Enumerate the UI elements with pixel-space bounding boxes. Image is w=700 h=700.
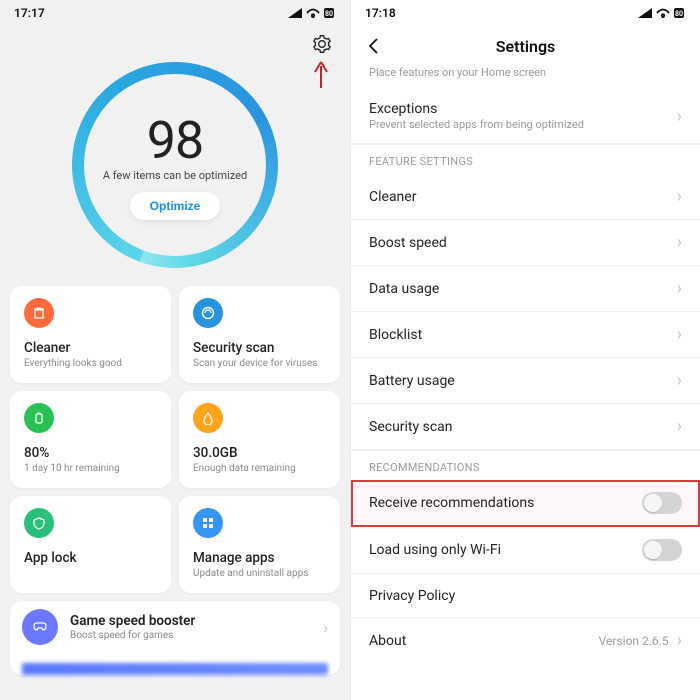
row-about[interactable]: About Version 2.6.5 › [351,618,700,663]
optimize-button[interactable]: Optimize [130,192,221,220]
status-time: 17:18 [365,6,396,20]
status-bar: 17:18 80 [351,0,700,26]
page-title: Settings [351,37,700,56]
card-sub: Scan your device for viruses [193,358,326,369]
signal-icon [288,8,302,18]
row-label: About [369,633,406,649]
row-label: Cleaner [369,189,416,205]
row-blocklist[interactable]: Blocklist › [351,312,700,358]
row-label: Battery usage [369,373,455,389]
toggle-receive-recommendations[interactable] [642,492,682,514]
card-cleaner[interactable]: Cleaner Everything looks good [10,286,171,383]
svg-text:80: 80 [675,10,683,18]
chevron-right-icon: › [677,278,682,299]
row-label: Exceptions [369,101,584,117]
wifi-icon [656,8,670,18]
status-icons: 80 [288,7,336,19]
gear-icon[interactable] [312,34,332,54]
toggle-load-wifi-only[interactable] [642,539,682,561]
chevron-right-icon: › [323,618,328,637]
battery-icon [24,403,54,433]
card-title: 80% [24,445,157,461]
section-recommendations: RECOMMENDATIONS [351,450,700,480]
signal-icon [638,8,652,18]
back-button[interactable] [365,37,383,55]
security-app-screen: 17:17 80 98 A few items can be optimized… [0,0,350,700]
chevron-right-icon: › [677,630,682,651]
section-feature-settings: FEATURE SETTINGS [351,144,700,174]
card-data[interactable]: 30.0GB Enough data remaining [179,391,340,488]
card-battery[interactable]: 80% 1 day 10 hr remaining [10,391,171,488]
card-sub: Update and uninstall apps [193,568,326,579]
score-value: 98 [147,110,203,171]
svg-text:80: 80 [325,10,333,18]
row-label: Security scan [369,419,453,435]
card-sub: Everything looks good [24,358,157,369]
shield-icon [24,508,54,538]
scan-icon [193,298,223,328]
row-label: Boost speed [369,235,447,251]
feature-grid: Cleaner Everything looks good Security s… [10,286,340,593]
card-title: Security scan [193,340,326,356]
row-label: Data usage [369,281,439,297]
row-sub: Prevent selected apps from being optimiz… [369,118,584,131]
battery-icon: 80 [324,7,336,19]
card-game-booster[interactable]: Game speed booster Boost speed for games… [10,601,340,675]
row-cleaner[interactable]: Cleaner › [351,174,700,220]
card-manage-apps[interactable]: Manage apps Update and uninstall apps [179,496,340,593]
score-subtitle: A few items can be optimized [103,169,247,182]
row-load-wifi-only[interactable]: Load using only Wi-Fi [351,527,700,574]
partial-row-sub: Place features on your Home screen [351,66,700,89]
card-title: 30.0GB [193,445,326,461]
about-version: Version 2.6.5 [599,634,669,648]
status-time: 17:17 [14,6,45,20]
row-receive-recommendations[interactable]: Receive recommendations [351,480,700,527]
chevron-right-icon: › [677,232,682,253]
status-bar: 17:17 80 [0,0,350,26]
row-data-usage[interactable]: Data usage › [351,266,700,312]
row-privacy-policy[interactable]: Privacy Policy [351,574,700,618]
row-security-scan[interactable]: Security scan › [351,404,700,450]
trash-icon [24,298,54,328]
status-icons: 80 [638,7,686,19]
row-label: Receive recommendations [369,495,534,511]
apps-icon [193,508,223,538]
score-ring: 98 A few items can be optimized Optimize [72,62,278,268]
wifi-icon [306,8,320,18]
card-title: App lock [24,550,157,566]
card-title: Manage apps [193,550,326,566]
card-app-lock[interactable]: App lock [10,496,171,593]
row-exceptions[interactable]: Exceptions Prevent selected apps from be… [351,89,700,144]
top-bar [0,26,350,62]
card-title: Cleaner [24,340,157,356]
chevron-right-icon: › [677,370,682,391]
chevron-right-icon: › [677,416,682,437]
row-boost-speed[interactable]: Boost speed › [351,220,700,266]
chevron-right-icon: › [677,186,682,207]
up-arrow-annotation [312,60,330,90]
battery-icon: 80 [674,7,686,19]
settings-screen: 17:18 80 Settings Place features on your… [350,0,700,700]
card-security-scan[interactable]: Security scan Scan your device for virus… [179,286,340,383]
chevron-right-icon: › [677,106,682,127]
score-ring-area: 98 A few items can be optimized Optimize [0,62,350,268]
header-bar: Settings [351,26,700,66]
chevron-right-icon: › [677,324,682,345]
card-sub: 1 day 10 hr remaining [24,463,157,474]
blurred-bottom-bar [22,663,328,675]
wide-title: Game speed booster [70,613,195,629]
row-battery-usage[interactable]: Battery usage › [351,358,700,404]
wide-sub: Boost speed for games [70,630,195,641]
row-label: Privacy Policy [369,588,455,604]
card-sub: Enough data remaining [193,463,326,474]
gamepad-icon [22,609,58,645]
drop-icon [193,403,223,433]
row-label: Blocklist [369,327,422,343]
row-label: Load using only Wi-Fi [369,542,501,558]
